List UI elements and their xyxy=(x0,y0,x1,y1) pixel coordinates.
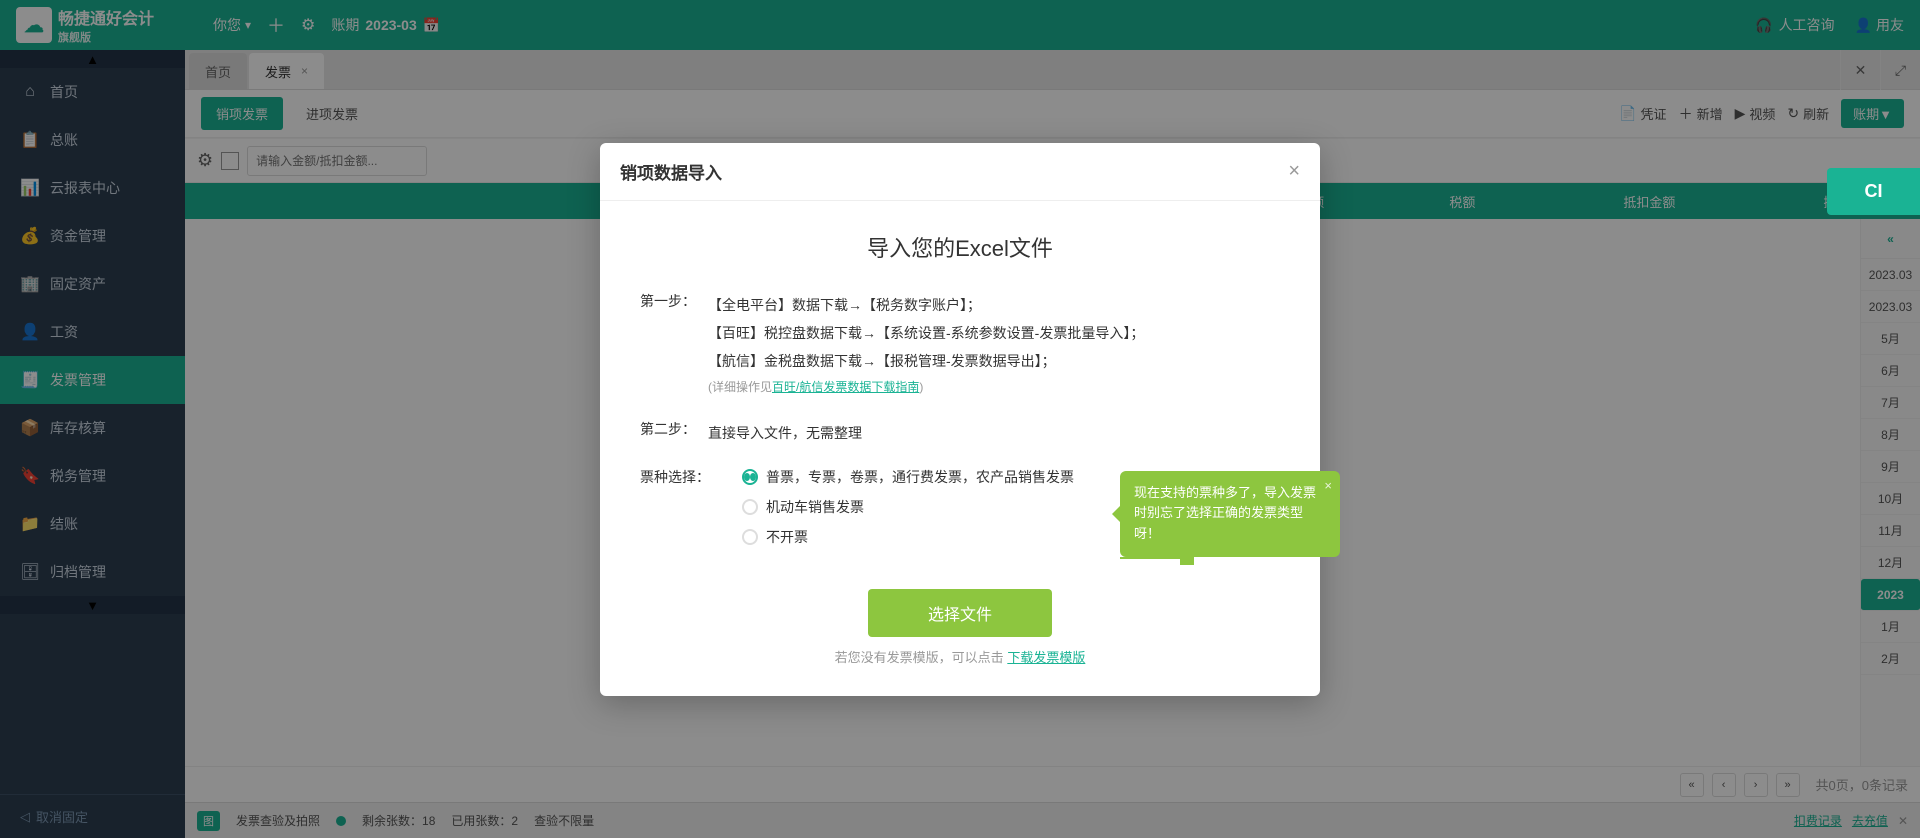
dialog-main-title: 导入您的Excel文件 xyxy=(640,231,1280,263)
select-file-button[interactable]: 选择文件 xyxy=(868,589,1052,637)
step2-content: 直接导入文件，无需整理 xyxy=(708,419,862,447)
radio-motor-circle xyxy=(742,499,758,515)
tooltip-close[interactable]: × xyxy=(1324,476,1332,497)
step1-label: 第一步： xyxy=(640,291,696,399)
tooltip-bubble: × 现在支持的票种多了，导入发票时别忘了选择正确的发票类型呀！ xyxy=(1120,471,1340,557)
step1-line1: 【全电平台】数据下载→【税务数字账户】； xyxy=(708,291,1144,319)
tooltip-text: 现在支持的票种多了，导入发票时别忘了选择正确的发票类型呀！ xyxy=(1134,485,1316,542)
step1-line3: 【航信】金税盘数据下载→【报税管理-发票数据导出】； xyxy=(708,347,1144,375)
dialog-footer-note: 若您没有发票模版，可以点击 下载发票模版 xyxy=(640,647,1280,666)
dialog-body: 导入您的Excel文件 第一步： 【全电平台】数据下载→【税务数字账户】； 【百… xyxy=(600,201,1320,696)
ticket-label: 票种选择： xyxy=(640,467,710,487)
step-1: 第一步： 【全电平台】数据下载→【税务数字账户】； 【百旺】税控盘数据下载→【系… xyxy=(640,291,1280,399)
dialog-close-button[interactable]: × xyxy=(1288,161,1300,181)
radio-noticket-circle xyxy=(742,529,758,545)
dialog-title: 销项数据导入 xyxy=(620,159,722,184)
radio-group: 普票，专票，卷票，通行费发票，农产品销售发票 机动车销售发票 不开票 xyxy=(722,467,1074,547)
tooltip-container: × 现在支持的票种多了，导入发票时别忘了选择正确的发票类型呀！ xyxy=(1120,551,1194,565)
radio-noticket-label: 不开票 xyxy=(766,527,808,547)
radio-motor-label: 机动车销售发票 xyxy=(766,497,864,517)
radio-normal[interactable]: 普票，专票，卷票，通行费发票，农产品销售发票 xyxy=(742,467,1074,487)
ticket-selection: 票种选择： 普票，专票，卷票，通行费发票，农产品销售发票 机动车销售发票 xyxy=(640,467,1280,565)
ci-badge: CI xyxy=(1827,168,1920,215)
step1-line2: 【百旺】税控盘数据下载→【系统设置-系统参数设置-发票批量导入】； xyxy=(708,319,1144,347)
radio-normal-circle xyxy=(742,469,758,485)
step2-label: 第二步： xyxy=(640,419,696,447)
radio-normal-label: 普票，专票，卷票，通行费发票，农产品销售发票 xyxy=(766,467,1074,487)
step1-note: (详细操作见百旺/航信发票数据下载指南) xyxy=(708,375,1144,399)
step1-content: 【全电平台】数据下载→【税务数字账户】； 【百旺】税控盘数据下载→【系统设置-系… xyxy=(708,291,1144,399)
step-2: 第二步： 直接导入文件，无需整理 xyxy=(640,419,1280,447)
import-dialog: 销项数据导入 × 导入您的Excel文件 第一步： 【全电平台】数据下载→【税务… xyxy=(600,143,1320,696)
download-template-link[interactable]: 下载发票模版 xyxy=(1007,650,1085,665)
modal-overlay: 销项数据导入 × 导入您的Excel文件 第一步： 【全电平台】数据下载→【税务… xyxy=(0,0,1920,838)
radio-noticket[interactable]: 不开票 xyxy=(742,527,1074,547)
dialog-header: 销项数据导入 × xyxy=(600,143,1320,201)
radio-motor[interactable]: 机动车销售发票 xyxy=(742,497,1074,517)
step2-line1: 直接导入文件，无需整理 xyxy=(708,425,862,441)
guide-link[interactable]: 百旺/航信发票数据下载指南 xyxy=(772,380,919,394)
